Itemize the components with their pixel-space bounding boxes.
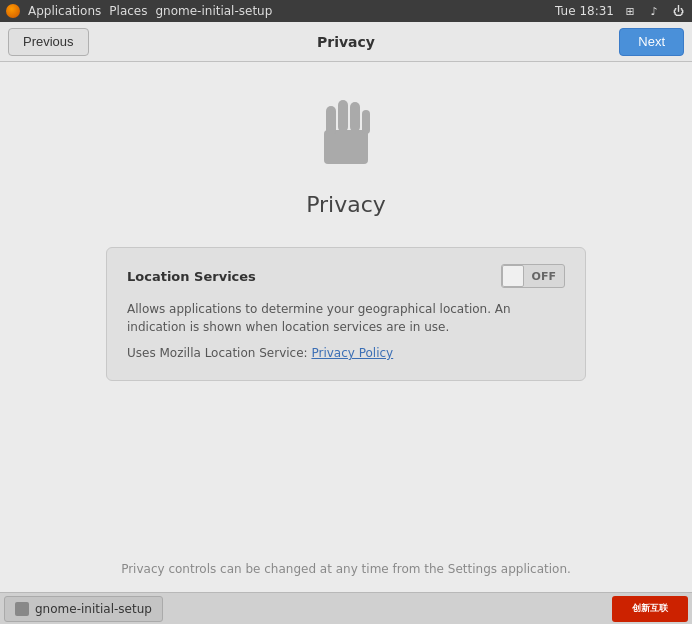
toggle-knob <box>502 265 524 287</box>
app-menu-icon[interactable] <box>6 4 20 18</box>
window-title: Privacy <box>317 34 375 50</box>
taskbar-right: 创新互联 <box>608 596 688 622</box>
page-title: Privacy <box>306 192 386 217</box>
mozilla-link-row: Uses Mozilla Location Service: Privacy P… <box>127 346 565 360</box>
system-bar: Applications Places gnome-initial-setup … <box>0 0 692 22</box>
location-services-description: Allows applications to determine your ge… <box>127 300 565 336</box>
system-bar-right: Tue 18:31 ⊞ ♪ ⏻ <box>555 3 686 19</box>
main-content: Privacy Location Services OFF Allows app… <box>0 62 692 592</box>
power-icon[interactable]: ⏻ <box>670 3 686 19</box>
network-icon[interactable]: ⊞ <box>622 3 638 19</box>
taskbar-item-setup[interactable]: gnome-initial-setup <box>4 596 163 622</box>
volume-icon[interactable]: ♪ <box>646 3 662 19</box>
location-services-toggle[interactable]: OFF <box>501 264 565 288</box>
location-services-row: Location Services OFF <box>127 264 565 288</box>
link-prefix: Uses Mozilla Location Service: <box>127 346 311 360</box>
svg-rect-1 <box>326 106 336 136</box>
taskbar-item-label: gnome-initial-setup <box>35 602 152 616</box>
privacy-policy-link[interactable]: Privacy Policy <box>311 346 393 360</box>
toggle-off-label: OFF <box>524 270 564 283</box>
location-services-label: Location Services <box>127 269 256 284</box>
taskbar: gnome-initial-setup 创新互联 <box>0 592 692 624</box>
applications-menu[interactable]: Applications <box>28 4 101 18</box>
svg-rect-2 <box>338 100 348 132</box>
taskbar-item-icon <box>15 602 29 616</box>
svg-rect-4 <box>362 110 370 134</box>
previous-button[interactable]: Previous <box>8 28 89 56</box>
footer-text: Privacy controls can be changed at any t… <box>121 562 571 592</box>
next-button[interactable]: Next <box>619 28 684 56</box>
window-header: Previous Privacy Next <box>0 22 692 62</box>
time-display: Tue 18:31 <box>555 4 614 18</box>
watermark-badge: 创新互联 <box>612 596 688 622</box>
system-bar-left: Applications Places gnome-initial-setup <box>6 4 272 18</box>
svg-rect-3 <box>350 102 360 132</box>
places-menu[interactable]: Places <box>109 4 147 18</box>
settings-panel: Location Services OFF Allows application… <box>106 247 586 381</box>
wm-label: gnome-initial-setup <box>155 4 272 18</box>
privacy-hand-icon <box>306 92 386 172</box>
